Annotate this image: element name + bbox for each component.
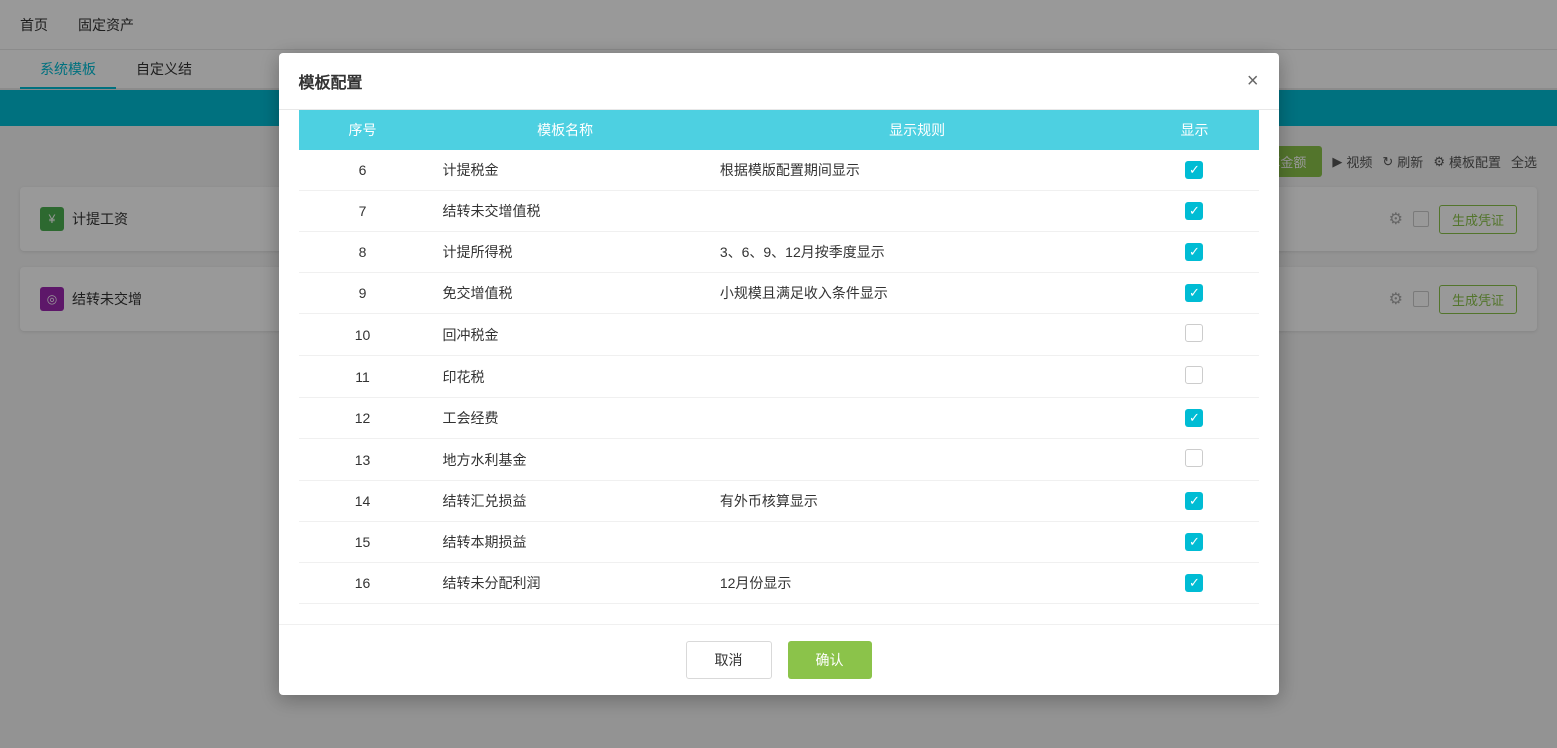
cell-checkbox[interactable]: [1130, 232, 1258, 273]
cell-seq: 10: [299, 314, 427, 356]
modal-template-config: 模板配置 × 序号 模板名称 显示规则 显示 6计提税金根据模版配置期间显示7结…: [279, 53, 1279, 695]
checkbox-16[interactable]: [1185, 574, 1203, 592]
cell-rule: 3、6、9、12月按季度显示: [704, 232, 1131, 273]
cell-seq: 16: [299, 563, 427, 604]
cell-name: 印花税: [427, 356, 704, 398]
cell-name: 计提所得税: [427, 232, 704, 273]
cell-checkbox[interactable]: [1130, 439, 1258, 481]
cell-name: 回冲税金: [427, 314, 704, 356]
table-row: 9免交增值税小规模且满足收入条件显示: [299, 273, 1259, 314]
table-body: 6计提税金根据模版配置期间显示7结转未交增值税8计提所得税3、6、9、12月按季…: [299, 150, 1259, 604]
table-row: 6计提税金根据模版配置期间显示: [299, 150, 1259, 191]
col-rule: 显示规则: [704, 110, 1131, 150]
table-row: 8计提所得税3、6、9、12月按季度显示: [299, 232, 1259, 273]
cell-checkbox[interactable]: [1130, 191, 1258, 232]
cell-rule: [704, 191, 1131, 232]
cell-name: 结转汇兑损益: [427, 481, 704, 522]
cell-rule: 小规模且满足收入条件显示: [704, 273, 1131, 314]
cell-name: 工会经费: [427, 398, 704, 439]
table-row: 14结转汇兑损益有外币核算显示: [299, 481, 1259, 522]
modal-overlay[interactable]: 模板配置 × 序号 模板名称 显示规则 显示 6计提税金根据模版配置期间显示7结…: [0, 0, 1557, 748]
cell-seq: 6: [299, 150, 427, 191]
cell-rule: [704, 356, 1131, 398]
cell-rule: [704, 439, 1131, 481]
cell-checkbox[interactable]: [1130, 150, 1258, 191]
cell-checkbox[interactable]: [1130, 356, 1258, 398]
modal-footer: 取消 确认: [279, 624, 1279, 695]
table-row: 10回冲税金: [299, 314, 1259, 356]
cell-checkbox[interactable]: [1130, 481, 1258, 522]
modal-header: 模板配置 ×: [279, 53, 1279, 110]
modal-body: 序号 模板名称 显示规则 显示 6计提税金根据模版配置期间显示7结转未交增值税8…: [279, 110, 1279, 624]
cell-seq: 8: [299, 232, 427, 273]
checkbox-13[interactable]: [1185, 449, 1203, 467]
cell-checkbox[interactable]: [1130, 398, 1258, 439]
col-seq: 序号: [299, 110, 427, 150]
table-row: 7结转未交增值税: [299, 191, 1259, 232]
config-table: 序号 模板名称 显示规则 显示 6计提税金根据模版配置期间显示7结转未交增值税8…: [299, 110, 1259, 604]
cell-checkbox[interactable]: [1130, 522, 1258, 563]
cell-rule: 有外币核算显示: [704, 481, 1131, 522]
cell-seq: 9: [299, 273, 427, 314]
cell-seq: 13: [299, 439, 427, 481]
cell-seq: 11: [299, 356, 427, 398]
table-row: 12工会经费: [299, 398, 1259, 439]
cell-seq: 7: [299, 191, 427, 232]
checkbox-15[interactable]: [1185, 533, 1203, 551]
table-row: 16结转未分配利润12月份显示: [299, 563, 1259, 604]
cell-name: 地方水利基金: [427, 439, 704, 481]
table-row: 11印花税: [299, 356, 1259, 398]
cell-rule: 根据模版配置期间显示: [704, 150, 1131, 191]
cell-name: 免交增值税: [427, 273, 704, 314]
modal-title: 模板配置: [299, 69, 363, 93]
checkbox-6[interactable]: [1185, 161, 1203, 179]
checkbox-14[interactable]: [1185, 492, 1203, 510]
cell-seq: 12: [299, 398, 427, 439]
cell-name: 结转本期损益: [427, 522, 704, 563]
checkbox-9[interactable]: [1185, 284, 1203, 302]
cell-rule: [704, 398, 1131, 439]
cell-name: 结转未交增值税: [427, 191, 704, 232]
table-row: 13地方水利基金: [299, 439, 1259, 481]
cell-checkbox[interactable]: [1130, 273, 1258, 314]
col-display: 显示: [1130, 110, 1258, 150]
cell-seq: 14: [299, 481, 427, 522]
cell-rule: [704, 522, 1131, 563]
table-header: 序号 模板名称 显示规则 显示: [299, 110, 1259, 150]
modal-close-button[interactable]: ×: [1247, 71, 1259, 91]
cell-checkbox[interactable]: [1130, 314, 1258, 356]
checkbox-11[interactable]: [1185, 366, 1203, 384]
cell-seq: 15: [299, 522, 427, 563]
cancel-button[interactable]: 取消: [686, 641, 772, 679]
cell-checkbox[interactable]: [1130, 563, 1258, 604]
checkbox-8[interactable]: [1185, 243, 1203, 261]
checkbox-12[interactable]: [1185, 409, 1203, 427]
cell-name: 结转未分配利润: [427, 563, 704, 604]
cell-rule: [704, 314, 1131, 356]
confirm-button[interactable]: 确认: [788, 641, 872, 679]
table-row: 15结转本期损益: [299, 522, 1259, 563]
cell-name: 计提税金: [427, 150, 704, 191]
cell-rule: 12月份显示: [704, 563, 1131, 604]
checkbox-7[interactable]: [1185, 202, 1203, 220]
col-name: 模板名称: [427, 110, 704, 150]
checkbox-10[interactable]: [1185, 324, 1203, 342]
